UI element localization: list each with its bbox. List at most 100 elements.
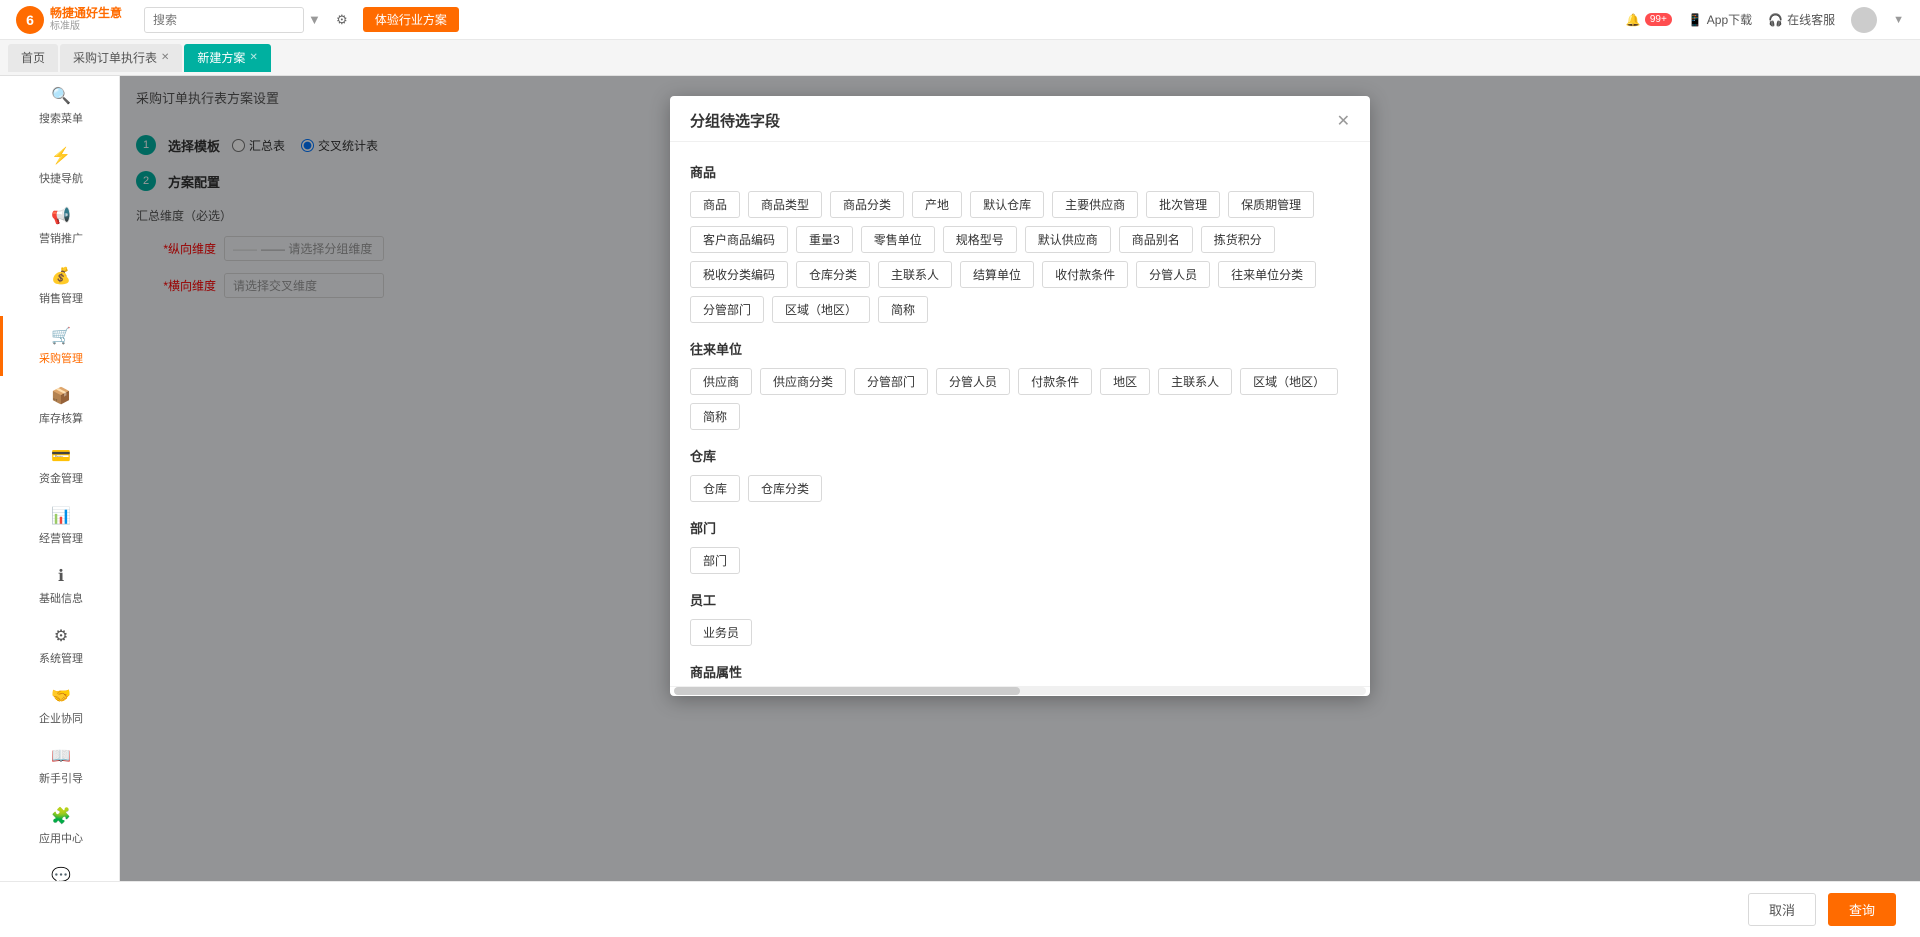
field-tag-保质期管理[interactable]: 保质期管理 <box>1228 191 1314 218</box>
logo-icon: 6 <box>16 6 44 34</box>
field-tag-供应商[interactable]: 供应商 <box>690 368 752 395</box>
tab-purchase-exec-close[interactable]: ✕ <box>161 52 169 63</box>
sidebar-item-sales[interactable]: 💰 销售管理 <box>0 256 119 316</box>
field-group-往来单位: 供应商供应商分类分管部门分管人员付款条件地区主联系人区域（地区） 简称 <box>690 368 1350 430</box>
field-tag-分管人员[interactable]: 分管人员 <box>936 368 1010 395</box>
field-tag-仓库分类[interactable]: 仓库分类 <box>796 261 870 288</box>
sidebar-item-search[interactable]: 🔍 搜索菜单 <box>0 76 119 136</box>
field-tag-仓库分类[interactable]: 仓库分类 <box>748 475 822 502</box>
field-tag-付款条件[interactable]: 付款条件 <box>1018 368 1092 395</box>
sidebar: 🔍 搜索菜单 ⚡ 快捷导航 📢 营销推广 💰 销售管理 🛒 采购管理 📦 库存核… <box>0 76 120 937</box>
user-menu-arrow[interactable]: ▼ <box>1893 14 1904 26</box>
tab-new-plan-close[interactable]: ✕ <box>249 52 257 63</box>
confirm-button[interactable]: 查询 <box>1828 893 1896 926</box>
sidebar-item-inventory-label: 库存核算 <box>39 410 83 426</box>
purchase-icon: 🛒 <box>51 326 71 346</box>
field-tag-分管部门[interactable]: 分管部门 <box>854 368 928 395</box>
sidebar-item-purchase[interactable]: 🛒 采购管理 <box>0 316 119 376</box>
field-tag-商品[interactable]: 商品 <box>690 191 740 218</box>
app-download-item[interactable]: 📱 App下载 <box>1688 11 1752 28</box>
section-title-仓库: 仓库 <box>690 446 1350 465</box>
modal-body: 商品商品商品类型商品分类产地默认仓库主要供应商批次管理保质期管理客户商品编码重量… <box>670 142 1370 686</box>
field-tag-区域（地区）[interactable]: 区域（地区） <box>772 296 870 323</box>
notification-badge: 99+ <box>1645 13 1672 26</box>
field-tag-规格型号[interactable]: 规格型号 <box>943 226 1017 253</box>
field-tag-税收分类编码[interactable]: 税收分类编码 <box>690 261 788 288</box>
sidebar-item-guide[interactable]: 📖 新手引导 <box>0 736 119 796</box>
field-tag-业务员[interactable]: 业务员 <box>690 619 752 646</box>
field-tag-简称[interactable]: 简称 <box>878 296 928 323</box>
notification-item[interactable]: 🔔 99+ <box>1626 13 1672 27</box>
field-tag-零售单位[interactable]: 零售单位 <box>861 226 935 253</box>
field-tag-区域（地区）[interactable]: 区域（地区） <box>1240 368 1338 395</box>
system-icon: ⚙ <box>54 626 68 646</box>
sidebar-item-quick[interactable]: ⚡ 快捷导航 <box>0 136 119 196</box>
field-tag-主要供应商[interactable]: 主要供应商 <box>1052 191 1138 218</box>
sidebar-item-system-label: 系统管理 <box>39 650 83 666</box>
field-tag-主联系人[interactable]: 主联系人 <box>878 261 952 288</box>
settings-icon[interactable]: ⚙ <box>329 7 355 33</box>
sidebar-item-marketing-label: 营销推广 <box>39 230 83 246</box>
hscroll-thumb[interactable] <box>674 687 1020 695</box>
field-tag-重量3[interactable]: 重量3 <box>796 226 853 253</box>
section-title-商品属性: 商品属性 <box>690 662 1350 681</box>
field-group-员工: 业务员 <box>690 619 1350 646</box>
sidebar-item-apps-label: 应用中心 <box>39 830 83 846</box>
sidebar-item-system[interactable]: ⚙ 系统管理 <box>0 616 119 676</box>
field-tag-批次管理[interactable]: 批次管理 <box>1146 191 1220 218</box>
field-tag-部门[interactable]: 部门 <box>690 547 740 574</box>
sidebar-item-apps[interactable]: 🧩 应用中心 <box>0 796 119 856</box>
field-tag-分管部门[interactable]: 分管部门 <box>690 296 764 323</box>
modal-header: 分组待选字段 ✕ <box>670 96 1370 142</box>
tabs-bar: 首页 采购订单执行表 ✕ 新建方案 ✕ <box>0 40 1920 76</box>
field-tag-分管人员[interactable]: 分管人员 <box>1136 261 1210 288</box>
tab-home[interactable]: 首页 <box>8 44 58 72</box>
sidebar-item-finance-label: 资金管理 <box>39 470 83 486</box>
trial-button[interactable]: 体验行业方案 <box>363 7 459 32</box>
collab-icon: 🤝 <box>51 686 71 706</box>
modal-close-button[interactable]: ✕ <box>1337 111 1350 131</box>
sidebar-item-collab[interactable]: 🤝 企业协同 <box>0 676 119 736</box>
field-tag-拣货积分[interactable]: 拣货积分 <box>1201 226 1275 253</box>
quick-nav-icon: ⚡ <box>51 146 71 166</box>
section-title-往来单位: 往来单位 <box>690 339 1350 358</box>
app-download-label: App下载 <box>1707 11 1752 28</box>
sidebar-item-inventory[interactable]: 📦 库存核算 <box>0 376 119 436</box>
search-input[interactable] <box>144 7 304 33</box>
tab-purchase-exec-label: 采购订单执行表 <box>73 49 157 66</box>
field-tag-商品分类[interactable]: 商品分类 <box>830 191 904 218</box>
tab-new-plan[interactable]: 新建方案 ✕ <box>184 44 270 72</box>
field-tag-默认仓库[interactable]: 默认仓库 <box>970 191 1044 218</box>
top-bar: 6 畅捷通好生意 标准版 ▼ ⚙ 体验行业方案 🔔 99+ 📱 App下载 🎧 … <box>0 0 1920 40</box>
section-title-部门: 部门 <box>690 518 1350 537</box>
field-tag-商品别名[interactable]: 商品别名 <box>1119 226 1193 253</box>
field-tag-客户商品编码[interactable]: 客户商品编码 <box>690 226 788 253</box>
online-service-item[interactable]: 🎧 在线客服 <box>1768 11 1835 28</box>
field-tag-收付款条件[interactable]: 收付款条件 <box>1042 261 1128 288</box>
tab-home-label: 首页 <box>21 49 45 66</box>
field-tag-简称[interactable]: 简称 <box>690 403 740 430</box>
guide-icon: 📖 <box>51 746 71 766</box>
search-dropdown-icon[interactable]: ▼ <box>308 12 321 27</box>
modal-title: 分组待选字段 <box>690 110 780 131</box>
field-tag-地区[interactable]: 地区 <box>1100 368 1150 395</box>
field-tag-商品类型[interactable]: 商品类型 <box>748 191 822 218</box>
field-tag-产地[interactable]: 产地 <box>912 191 962 218</box>
sidebar-item-basic[interactable]: ℹ 基础信息 <box>0 556 119 616</box>
sidebar-item-finance[interactable]: 💳 资金管理 <box>0 436 119 496</box>
field-select-modal: 分组待选字段 ✕ 商品商品商品类型商品分类产地默认仓库主要供应商批次管理保质期管… <box>670 96 1370 696</box>
field-tag-仓库[interactable]: 仓库 <box>690 475 740 502</box>
field-group-商品: 商品商品类型商品分类产地默认仓库主要供应商批次管理保质期管理客户商品编码重量3 零… <box>690 191 1350 323</box>
sidebar-item-marketing[interactable]: 📢 营销推广 <box>0 196 119 256</box>
field-tag-供应商分类[interactable]: 供应商分类 <box>760 368 846 395</box>
logo-area: 6 畅捷通好生意 标准版 <box>16 6 136 34</box>
operations-icon: 📊 <box>51 506 71 526</box>
cancel-button[interactable]: 取消 <box>1748 893 1816 926</box>
field-tag-主联系人[interactable]: 主联系人 <box>1158 368 1232 395</box>
field-tag-默认供应商[interactable]: 默认供应商 <box>1025 226 1111 253</box>
avatar[interactable] <box>1851 7 1877 33</box>
field-tag-结算单位[interactable]: 结算单位 <box>960 261 1034 288</box>
sidebar-item-operations[interactable]: 📊 经营管理 <box>0 496 119 556</box>
tab-purchase-exec[interactable]: 采购订单执行表 ✕ <box>60 44 182 72</box>
field-tag-往来单位分类[interactable]: 往来单位分类 <box>1218 261 1316 288</box>
